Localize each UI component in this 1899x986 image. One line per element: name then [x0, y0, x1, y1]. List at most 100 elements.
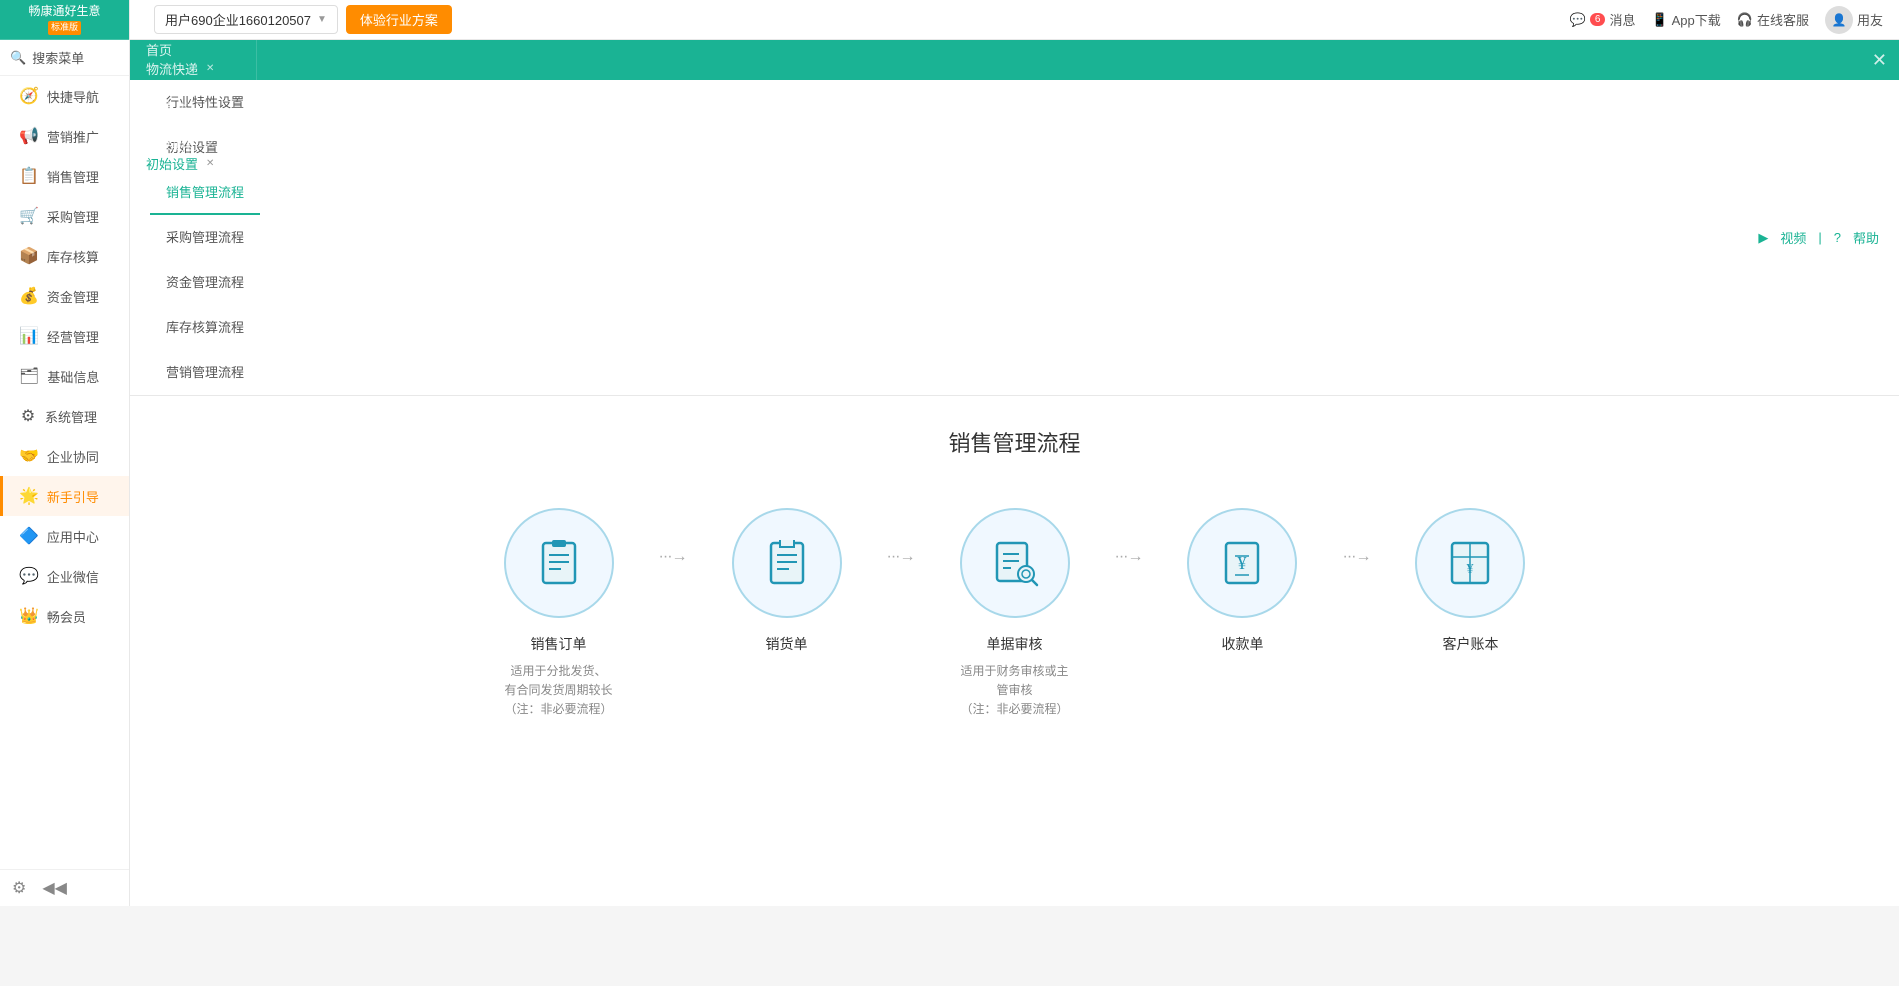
- flow-arrow: ···→: [1115, 508, 1143, 566]
- collapse-icon[interactable]: ◀◀: [42, 878, 67, 898]
- sidebar-search[interactable]: 🔍 搜索菜单: [0, 40, 129, 76]
- logo-line1: 畅康通好生意: [28, 4, 100, 20]
- step-name: 销售订单: [531, 634, 587, 654]
- nav-tab-label: 邀请下游客户: [146, 116, 224, 135]
- close-tab-icon[interactable]: ✕: [206, 158, 214, 169]
- video-label[interactable]: 视频: [1780, 228, 1806, 247]
- sidebar-item-label: 采购管理: [47, 207, 99, 226]
- step-name: 销货单: [766, 634, 808, 654]
- step-desc: 适用于分批发货、 有合同发货周期较长 （注：非必要流程）: [505, 662, 613, 720]
- nav-tab-初始设置[interactable]: 初始设置 ✕: [130, 154, 257, 173]
- sidebar-item-label: 应用中心: [47, 527, 99, 546]
- nav-tab-label: 往来期初: [146, 135, 198, 154]
- nav-tab-首页[interactable]: 首页: [130, 40, 257, 59]
- sidebar-item-销售管理[interactable]: 📋销售管理: [0, 156, 129, 196]
- sidebar-icon: 📢: [19, 126, 39, 146]
- nav-tab-label: 账号: [146, 97, 172, 116]
- chevron-down-icon: ▼: [317, 14, 327, 25]
- sidebar-item-企业协同[interactable]: 🤝企业协同: [0, 436, 129, 476]
- sidebar-icon: 📦: [19, 246, 39, 266]
- sidebar-item-label: 基础信息: [47, 367, 99, 386]
- trial-button[interactable]: 体验行业方案: [346, 5, 452, 34]
- sidebar-item-资金管理[interactable]: 💰资金管理: [0, 276, 129, 316]
- online-service-label: 在线客服: [1757, 10, 1809, 29]
- step-name: 收款单: [1221, 634, 1263, 654]
- sub-tabs-right: ▶ 视频 | ? 帮助: [1758, 228, 1879, 247]
- close-tab-icon[interactable]: ✕: [206, 63, 214, 74]
- sub-tab-资金管理流程[interactable]: 资金管理流程: [150, 260, 260, 305]
- sidebar-item-label: 快捷导航: [47, 87, 99, 106]
- sub-tab-销售管理流程[interactable]: 销售管理流程: [150, 170, 260, 215]
- nav-tab-物流快递[interactable]: 物流快递✕: [130, 59, 257, 78]
- sidebar-item-label: 销售管理: [47, 167, 99, 186]
- user-label: 用户690企业1660120507: [165, 10, 311, 29]
- close-tab-icon[interactable]: ✕: [232, 120, 240, 131]
- sidebar-logo: 畅康通好生意 标准版: [0, 0, 129, 40]
- sidebar-icon: 🌟: [19, 486, 39, 506]
- sidebar-item-采购管理[interactable]: 🛒 采购管理: [0, 196, 129, 236]
- step-name: 单据审核: [987, 634, 1043, 654]
- sidebar-item-快捷导航[interactable]: 🧭快捷导航: [0, 76, 129, 116]
- message-badge: 6: [1590, 13, 1606, 26]
- sidebar-icon: 🛒: [19, 206, 39, 226]
- close-tab-icon[interactable]: ✕: [206, 139, 214, 150]
- sidebar-item-label: 营销推广: [47, 127, 99, 146]
- user-selector[interactable]: 用户690企业1660120507 ▼: [154, 5, 338, 34]
- flow-arrow: ···→: [887, 508, 915, 566]
- sidebar-item-畅会员[interactable]: 👑畅会员: [0, 596, 129, 636]
- sidebar-icon: 💰: [19, 286, 39, 306]
- sidebar-icon: 🤝: [19, 446, 39, 466]
- app-download-item[interactable]: 📱 App下载: [1651, 10, 1720, 29]
- video-help-icon: ▶: [1758, 230, 1768, 246]
- sidebar-item-系统管理[interactable]: ⚙系统管理: [0, 396, 129, 436]
- step-circle-收款单[interactable]: ¥: [1187, 508, 1297, 618]
- sidebar-item-营销推广[interactable]: 📢 营销推广: [0, 116, 129, 156]
- sidebar-item-label: 库存核算: [47, 247, 99, 266]
- close-all-tabs-button[interactable]: ✕: [1860, 40, 1899, 80]
- flow-step-销货单: 销货单: [687, 508, 887, 662]
- sidebar-item-新手引导[interactable]: 🌟新手引导: [0, 476, 129, 516]
- search-icon: 🔍: [10, 50, 26, 66]
- message-icon: 💬: [1570, 12, 1586, 28]
- nav-tab-label: 初始设置: [146, 154, 198, 173]
- search-label: 搜索菜单: [32, 48, 84, 67]
- close-tab-icon[interactable]: ✕: [206, 82, 214, 93]
- step-circle-销货单[interactable]: [732, 508, 842, 618]
- divider: |: [1818, 230, 1821, 245]
- sub-tab-采购管理流程[interactable]: 采购管理流程: [150, 215, 260, 260]
- sidebar-item-经营管理[interactable]: 📊经营管理: [0, 316, 129, 356]
- nav-tabs-container: 首页物流快递✕在线支付✕账号✕邀请下游客户✕往来期初✕初始设置✕: [130, 40, 257, 80]
- headset-icon: 🎧: [1737, 12, 1753, 28]
- nav-tab-邀请下游客户[interactable]: 邀请下游客户 ✕: [130, 116, 257, 135]
- settings-icon[interactable]: ⚙: [12, 878, 26, 898]
- sidebar-item-label: 企业微信: [47, 567, 99, 586]
- user-avatar-item[interactable]: 👤 用友: [1825, 6, 1883, 34]
- flow-arrow: ···→: [659, 508, 687, 566]
- nav-tab-账号[interactable]: 账号 ✕: [130, 97, 257, 116]
- sidebar-icon: 🗂: [19, 366, 39, 386]
- sidebar-item-label: 经营管理: [47, 327, 99, 346]
- main-content: 行业特性设置初始设置销售管理流程采购管理流程资金管理流程库存核算流程营销管理流程…: [130, 80, 1899, 906]
- sidebar-bottom: ⚙ ◀◀: [0, 869, 129, 906]
- step-circle-销售订单[interactable]: [504, 508, 614, 618]
- nav-tab-在线支付[interactable]: 在线支付✕: [130, 78, 257, 97]
- flow-step-客户账本: ¥ 客户账本: [1370, 508, 1570, 662]
- sub-tabs: 行业特性设置初始设置销售管理流程采购管理流程资金管理流程库存核算流程营销管理流程…: [130, 80, 1899, 396]
- avatar: 👤: [1825, 6, 1853, 34]
- close-tab-icon[interactable]: ✕: [180, 101, 188, 112]
- sidebar-item-库存核算[interactable]: 📦 库存核算: [0, 236, 129, 276]
- flow-container: 销售管理流程 销售订单适用于分批发货、 有合同发货周期较长 （注：非必要流程）·…: [130, 396, 1899, 906]
- sidebar-item-基础信息[interactable]: 🗂 基础信息: [0, 356, 129, 396]
- svg-text:¥: ¥: [1467, 562, 1474, 577]
- sub-tab-营销管理流程[interactable]: 营销管理流程: [150, 350, 260, 395]
- step-circle-客户账本[interactable]: ¥: [1415, 508, 1525, 618]
- sub-tab-库存核算流程[interactable]: 库存核算流程: [150, 305, 260, 350]
- sidebar-item-应用中心[interactable]: 🔷应用中心: [0, 516, 129, 556]
- message-item[interactable]: 💬 6 消息: [1570, 10, 1636, 29]
- step-circle-单据审核[interactable]: [960, 508, 1070, 618]
- step-name: 客户账本: [1442, 634, 1498, 654]
- help-label[interactable]: 帮助: [1853, 228, 1879, 247]
- nav-tab-往来期初[interactable]: 往来期初 ✕: [130, 135, 257, 154]
- online-service-item[interactable]: 🎧 在线客服: [1737, 10, 1809, 29]
- sidebar-item-企业微信[interactable]: 💬企业微信: [0, 556, 129, 596]
